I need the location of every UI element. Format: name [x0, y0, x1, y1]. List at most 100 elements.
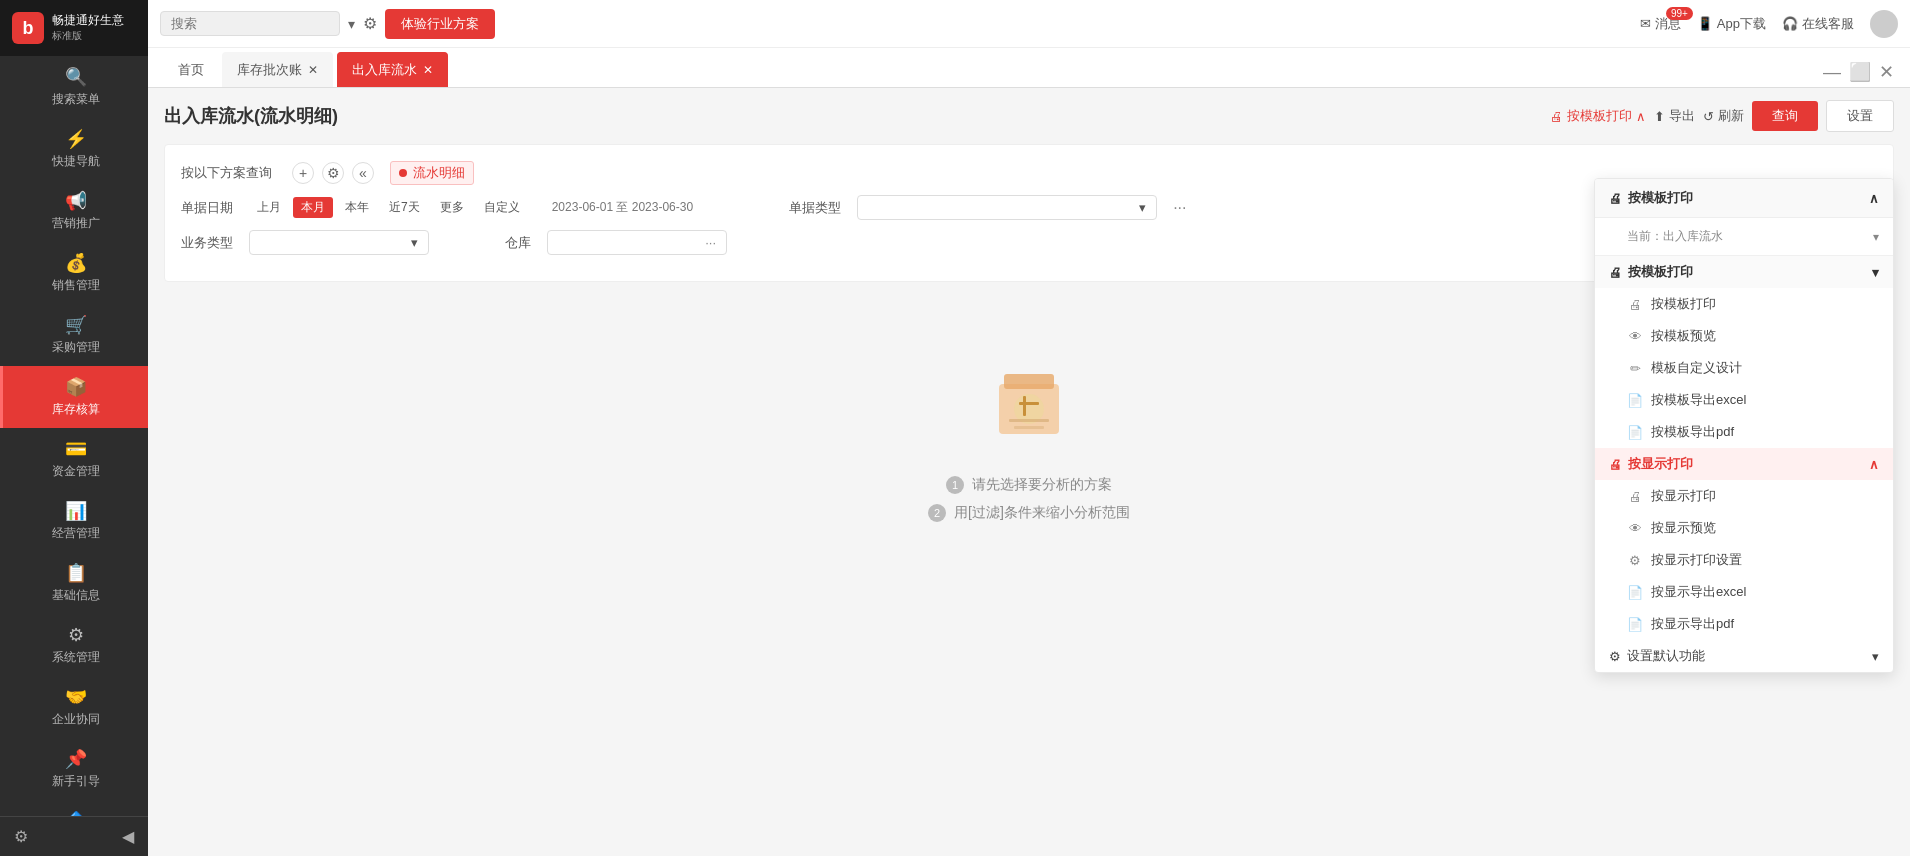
doc-type-more-icon[interactable]: ···: [1173, 199, 1186, 217]
template-excel-item[interactable]: 📄 按模板导出excel: [1595, 384, 1893, 416]
date-tab-current-month[interactable]: 本月: [293, 197, 333, 218]
tab-batch[interactable]: 库存批次账 ✕: [222, 52, 333, 87]
tab-batch-label: 库存批次账: [237, 61, 302, 79]
date-tab-last-month[interactable]: 上月: [249, 197, 289, 218]
export-btn[interactable]: ⬆ 导出: [1654, 107, 1695, 125]
collapse-filter-btn[interactable]: «: [352, 162, 374, 184]
collapse-sidebar-icon[interactable]: ◀: [122, 827, 134, 846]
sidebar-item-marketing[interactable]: 📢 营销推广: [0, 180, 148, 242]
print-btn[interactable]: 🖨 按模板打印 ∧: [1550, 107, 1646, 125]
display-print-section-header[interactable]: 🖨 按显示打印 ∧: [1595, 448, 1893, 480]
print-icon: 🖨: [1550, 109, 1563, 124]
guide-icon: 📌: [65, 748, 87, 770]
online-service-btn[interactable]: 🎧 在线客服: [1782, 15, 1854, 33]
template-preview-item[interactable]: 👁 按模板预览: [1595, 320, 1893, 352]
sidebar-item-label: 经营管理: [52, 525, 100, 542]
tab-flow[interactable]: 出入库流水 ✕: [337, 52, 448, 87]
date-tab-more[interactable]: 更多: [432, 197, 472, 218]
display-pdf-icon: 📄: [1627, 616, 1643, 632]
user-avatar[interactable]: [1870, 10, 1898, 38]
query-btn[interactable]: 查询: [1752, 101, 1818, 131]
display-preview-item[interactable]: 👁 按显示预览: [1595, 512, 1893, 544]
current-label: 当前：出入库流水: [1627, 228, 1723, 245]
doc-type-dropdown-icon: ▾: [1139, 200, 1146, 215]
sidebar-item-guide[interactable]: 📌 新手引导: [0, 738, 148, 800]
template-pdf-item[interactable]: 📄 按模板导出pdf: [1595, 416, 1893, 448]
print-dropdown-panel: 🖨 按模板打印 ∧ 当前：出入库流水 ▾ 🖨 按模板打印 ▾: [1594, 178, 1894, 673]
set-default-btn[interactable]: ⚙ 设置默认功能 ▾: [1595, 640, 1893, 672]
app-logo: b 畅捷通好生意 标准版: [0, 0, 148, 56]
empty-hint-2: 2 用[过滤]条件来缩小分析范围: [928, 498, 1130, 526]
search-input[interactable]: [160, 11, 340, 36]
display-preview-icon: 👁: [1627, 520, 1643, 536]
tab-batch-close[interactable]: ✕: [308, 63, 318, 77]
messages-btn[interactable]: ✉ 消息 99+: [1640, 15, 1681, 33]
sidebar-item-appcenter[interactable]: 🔷 应用中心: [0, 800, 148, 816]
maximize-icon[interactable]: ⬜: [1849, 61, 1871, 83]
sidebar-item-label: 系统管理: [52, 649, 100, 666]
display-print-settings-label: 按显示打印设置: [1651, 551, 1742, 569]
display-print-item[interactable]: 🖨 按显示打印: [1595, 480, 1893, 512]
filter-tag-label: 流水明细: [413, 164, 465, 182]
print-dropdown-chevron-up[interactable]: ∧: [1869, 191, 1879, 206]
sidebar-item-label: 采购管理: [52, 339, 100, 356]
template-print-label: 按模板打印: [1651, 295, 1716, 313]
display-print-settings-item[interactable]: ⚙ 按显示打印设置: [1595, 544, 1893, 576]
headset-icon: 🎧: [1782, 16, 1798, 31]
sidebar-item-quicknav[interactable]: ⚡ 快捷导航: [0, 118, 148, 180]
display-excel-label: 按显示导出excel: [1651, 583, 1746, 601]
template-pdf-label: 按模板导出pdf: [1651, 423, 1734, 441]
sidebar: b 畅捷通好生意 标准版 🔍 搜索菜单 ⚡ 快捷导航 📢 营销推广 💰 销售管理…: [0, 0, 148, 856]
doc-type-select[interactable]: ▾: [857, 195, 1157, 220]
logo-text: 畅捷通好生意 标准版: [52, 13, 124, 43]
sidebar-item-system[interactable]: ⚙ 系统管理: [0, 614, 148, 676]
sidebar-item-operation[interactable]: 📊 经营管理: [0, 490, 148, 552]
svg-rect-5: [1009, 419, 1049, 422]
sidebar-item-enterprise[interactable]: 🤝 企业协同: [0, 676, 148, 738]
date-tabs: 上月 本月 本年 近7天 更多 自定义: [249, 197, 528, 218]
svg-rect-1: [1004, 374, 1054, 389]
filter-section-label: 按以下方案查询: [181, 164, 272, 182]
filter-settings-btn[interactable]: ⚙: [322, 162, 344, 184]
avatar-img: [1870, 10, 1898, 38]
industry-btn[interactable]: 体验行业方案: [385, 9, 495, 39]
sidebar-item-label: 库存核算: [52, 401, 100, 418]
template-custom-item[interactable]: ✏ 模板自定义设计: [1595, 352, 1893, 384]
app-download-btn[interactable]: 📱 App下载: [1697, 15, 1766, 33]
sidebar-item-label: 资金管理: [52, 463, 100, 480]
date-tab-current-year[interactable]: 本年: [337, 197, 377, 218]
basic-icon: 📋: [65, 562, 87, 584]
display-excel-item[interactable]: 📄 按显示导出excel: [1595, 576, 1893, 608]
sidebar-item-search[interactable]: 🔍 搜索菜单: [0, 56, 148, 118]
date-tab-7days[interactable]: 近7天: [381, 197, 428, 218]
sidebar-item-sales[interactable]: 💰 销售管理: [0, 242, 148, 304]
warehouse-label: 仓库: [505, 234, 531, 252]
template-preview-label: 按模板预览: [1651, 327, 1716, 345]
display-print-section-label: 按显示打印: [1628, 455, 1693, 473]
settings-gear-icon[interactable]: ⚙: [363, 14, 377, 33]
logo-icon: b: [12, 12, 44, 44]
sidebar-item-inventory[interactable]: 📦 库存核算: [0, 366, 148, 428]
display-pdf-item[interactable]: 📄 按显示导出pdf: [1595, 608, 1893, 640]
refresh-btn[interactable]: ↺ 刷新: [1703, 107, 1744, 125]
tab-home[interactable]: 首页: [164, 53, 218, 87]
search-icon: 🔍: [65, 66, 87, 88]
warehouse-more-icon[interactable]: ···: [705, 235, 716, 250]
settings-icon[interactable]: ⚙: [14, 827, 28, 846]
date-tab-custom[interactable]: 自定义: [476, 197, 528, 218]
template-print-section-header[interactable]: 🖨 按模板打印 ▾: [1595, 256, 1893, 288]
settings-configure-btn[interactable]: 设置: [1826, 100, 1894, 132]
search-dropdown-icon[interactable]: ▾: [348, 16, 355, 32]
minimize-icon[interactable]: —: [1823, 62, 1841, 83]
sidebar-item-purchase[interactable]: 🛒 采购管理: [0, 304, 148, 366]
sidebar-item-finance[interactable]: 💳 资金管理: [0, 428, 148, 490]
sidebar-item-label: 企业协同: [52, 711, 100, 728]
add-filter-btn[interactable]: +: [292, 162, 314, 184]
doc-type-label: 单据类型: [789, 199, 841, 217]
sidebar-item-basic[interactable]: 📋 基础信息: [0, 552, 148, 614]
warehouse-select[interactable]: ···: [547, 230, 727, 255]
template-print-item[interactable]: 🖨 按模板打印: [1595, 288, 1893, 320]
tab-flow-close[interactable]: ✕: [423, 63, 433, 77]
biz-type-select[interactable]: ▾: [249, 230, 429, 255]
close-window-icon[interactable]: ✕: [1879, 61, 1894, 83]
